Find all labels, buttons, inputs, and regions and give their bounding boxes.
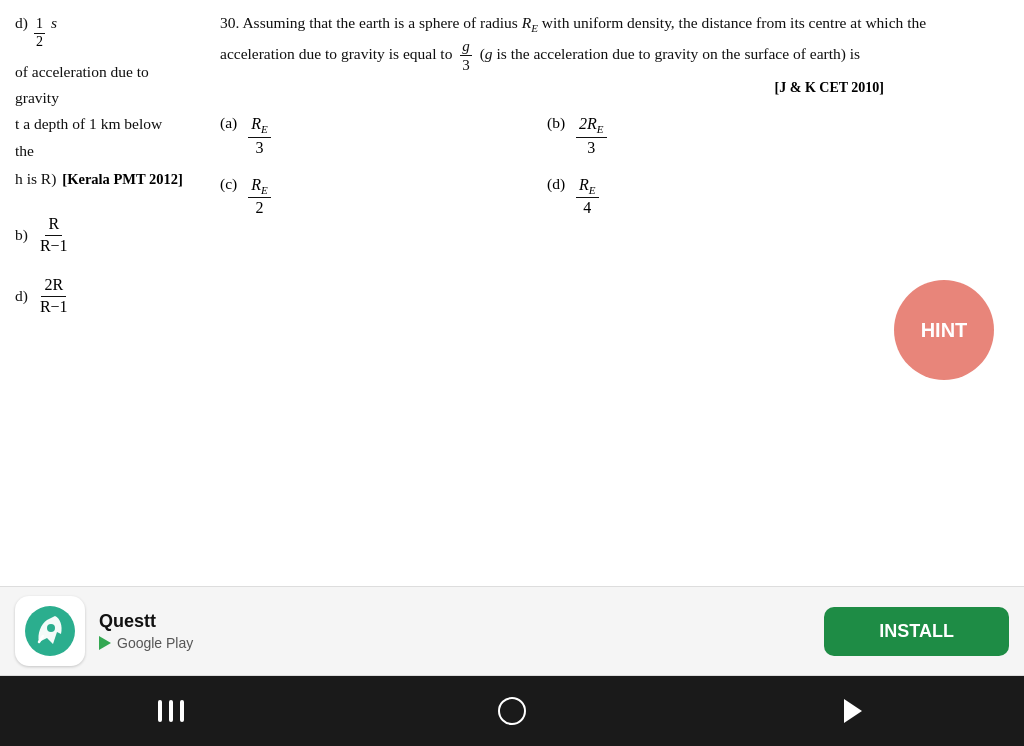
left-d2-denominator: R−1 <box>37 297 71 318</box>
left-text2: t a depth of 1 km below the <box>15 111 185 164</box>
left-d-label: d) <box>15 10 28 36</box>
option-d-fraction: RE 4 <box>576 175 599 219</box>
option-c-label: (c) <box>220 175 237 193</box>
option-d-numerator: RE <box>576 175 599 198</box>
option-a-fraction: RE 3 <box>248 114 271 158</box>
nav-line-1 <box>158 700 162 722</box>
svg-point-1 <box>47 624 55 632</box>
left-text3: h is R) <box>15 166 56 192</box>
left-d-unit: s <box>51 10 57 36</box>
banner-store: Google Play <box>99 635 804 651</box>
nav-bar <box>0 676 1024 746</box>
left-text1: of acceleration due to gravity <box>15 59 185 112</box>
option-d: (d) RE 4 <box>547 175 874 219</box>
option-b-fraction: 2RE 3 <box>576 114 607 158</box>
options-grid: (a) RE 3 (b) 2RE 3 (c) RE 2 <box>220 114 1004 219</box>
main-content: d) 1 2 s of acceleration due to gravity … <box>0 0 1024 620</box>
left-d-fraction: 1 2 <box>34 16 45 51</box>
play-icon <box>99 636 111 650</box>
left-option-d2-label: d) <box>15 283 28 309</box>
right-column: 30. Assuming that the earth is a sphere … <box>200 0 1024 229</box>
option-a-numerator: RE <box>248 114 271 137</box>
jk-citation: [J & K CET 2010] <box>220 80 884 96</box>
left-option-b-fraction: R R−1 <box>37 214 71 257</box>
option-c-sub: E <box>261 184 268 196</box>
left-b-numerator: R <box>45 214 62 236</box>
option-d-label: (d) <box>547 175 565 193</box>
g-denominator: 3 <box>460 56 472 74</box>
left-d-denominator: 2 <box>34 34 45 51</box>
install-button[interactable]: INSTALL <box>824 607 1009 656</box>
left-b-denominator: R−1 <box>37 236 71 257</box>
hint-button[interactable]: HINT <box>894 280 994 380</box>
nav-home-button[interactable] <box>472 686 552 736</box>
option-b-sub: E <box>597 123 604 135</box>
option-a: (a) RE 3 <box>220 114 547 158</box>
option-b: (b) 2RE 3 <box>547 114 874 158</box>
option-b-numerator: 2RE <box>576 114 607 137</box>
left-option-d2-fraction: 2R R−1 <box>37 275 71 318</box>
nav-menu-button[interactable] <box>131 686 211 736</box>
option-a-label: (a) <box>220 114 237 132</box>
left-d2-numerator: 2R <box>41 275 66 297</box>
option-c-fraction: RE 2 <box>248 175 271 219</box>
back-chevron-icon <box>844 699 862 723</box>
option-b-label: (b) <box>547 114 565 132</box>
left-option-b-label: b) <box>15 222 28 248</box>
option-a-denominator: 3 <box>252 138 266 159</box>
g-numerator: g <box>460 37 472 56</box>
option-c-denominator: 2 <box>252 198 266 219</box>
question-text-start: Assuming that the earth is a sphere of r… <box>220 14 926 62</box>
r-e-symbol: RE <box>522 14 538 31</box>
nav-line-2 <box>169 700 173 722</box>
question-number: 30. <box>220 14 239 31</box>
option-c: (c) RE 2 <box>220 175 547 219</box>
app-icon <box>25 606 75 656</box>
nav-back-button[interactable] <box>813 686 893 736</box>
question-body: 30. Assuming that the earth is a sphere … <box>220 10 1004 74</box>
store-name: Google Play <box>117 635 193 651</box>
install-banner: Questt Google Play INSTALL <box>0 586 1024 676</box>
left-d-numerator: 1 <box>34 16 45 34</box>
option-d-denominator: 4 <box>580 198 594 219</box>
option-a-sub: E <box>261 123 268 135</box>
banner-info: Questt Google Play <box>99 611 804 651</box>
option-b-denominator: 3 <box>584 138 598 159</box>
home-circle-icon <box>498 697 526 725</box>
app-name: Questt <box>99 611 804 632</box>
app-icon-wrap <box>15 596 85 666</box>
kerala-citation: [Kerala PMT 2012] <box>62 171 183 188</box>
option-d-sub: E <box>589 184 596 196</box>
g-over-3: g 3 <box>460 37 472 74</box>
option-c-numerator: RE <box>248 175 271 198</box>
hint-label: HINT <box>921 319 968 342</box>
left-column: d) 1 2 s of acceleration due to gravity … <box>0 0 200 328</box>
nav-line-3 <box>180 700 184 722</box>
